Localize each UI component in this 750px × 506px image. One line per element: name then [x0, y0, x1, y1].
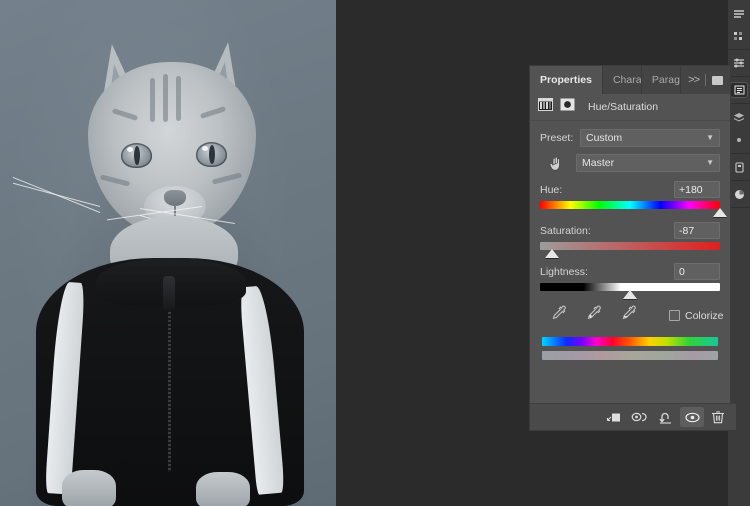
- tab-properties-label: Properties: [540, 74, 592, 86]
- cat-subject: [0, 0, 336, 506]
- adjustments-panel-icon[interactable]: [731, 56, 747, 70]
- cat-eye-glint: [202, 146, 208, 151]
- toggle-layer-visibility-button[interactable]: [680, 407, 704, 427]
- hue-slider-block: Hue: +180: [540, 181, 727, 217]
- panel-body: Preset: Custom ▼ Master ▼ Hue: +180 Satu…: [530, 121, 730, 360]
- delete-adjustment-layer-button[interactable]: [706, 407, 730, 427]
- panel-icon-rail[interactable]: [727, 0, 750, 506]
- lightness-value-field[interactable]: 0: [674, 263, 720, 280]
- rail-group: [728, 0, 750, 50]
- eyedropper-subtract-icon[interactable]: [620, 304, 638, 327]
- preset-row: Preset: Custom ▼: [540, 129, 720, 147]
- cat-forehead-stripe: [176, 76, 181, 121]
- photoshop-window: Properties Characte Paragrap >> Hue/Satu…: [0, 0, 750, 506]
- cat-paw-left: [62, 470, 116, 506]
- tab-properties[interactable]: Properties: [530, 66, 603, 94]
- cat-paw-right: [196, 472, 250, 506]
- adjustment-strip-icon[interactable]: [538, 98, 553, 116]
- overflow-chevrons-icon[interactable]: >>: [688, 74, 700, 86]
- cat-whisker: [12, 176, 101, 213]
- document-image[interactable]: [0, 0, 336, 506]
- preset-select[interactable]: Custom ▼: [580, 129, 720, 147]
- color-ramps: [542, 337, 718, 360]
- hue-label: Hue:: [540, 183, 563, 196]
- cat-forehead-stripe: [150, 78, 155, 122]
- layer-mask-circle-icon[interactable]: [560, 98, 575, 116]
- cat-eye-left: [121, 143, 152, 168]
- info-panel-icon[interactable]: [731, 187, 747, 201]
- rail-group: [728, 154, 750, 181]
- cat-eye-right: [196, 142, 227, 167]
- input-spectrum-ramp: [542, 351, 718, 360]
- history-panel-icon[interactable]: [731, 160, 747, 174]
- cat-nose: [164, 190, 186, 206]
- saturation-row: Saturation: -87: [540, 222, 720, 239]
- clip-to-layer-button[interactable]: [602, 407, 626, 427]
- hue-row: Hue: +180: [540, 181, 720, 198]
- tab-character[interactable]: Characte: [603, 66, 642, 94]
- jacket-zipper-pull: [163, 276, 175, 310]
- swatches-panel-icon[interactable]: [731, 29, 747, 43]
- view-previous-state-button[interactable]: [628, 407, 652, 427]
- lightness-slider-track[interactable]: [540, 283, 720, 299]
- panel-tab-bar[interactable]: Properties Characte Paragrap >>: [530, 66, 730, 94]
- saturation-slider-track[interactable]: [540, 242, 720, 258]
- tab-paragraph-label: Paragrap: [651, 74, 680, 86]
- lightness-slider-block: Lightness: 0: [540, 263, 720, 299]
- saturation-value: -87: [679, 224, 695, 237]
- eyedropper-add-icon[interactable]: [585, 304, 603, 327]
- lightness-value: 0: [679, 265, 685, 278]
- properties-panel[interactable]: Properties Characte Paragrap >> Hue/Satu…: [530, 66, 736, 430]
- hue-slider-handle[interactable]: [713, 208, 727, 217]
- saturation-slider-handle[interactable]: [544, 249, 559, 258]
- cat-pupil: [134, 146, 140, 165]
- tab-character-label: Characte: [612, 74, 642, 86]
- colorize-option[interactable]: Colorize: [669, 310, 724, 322]
- preset-value: Custom: [586, 132, 623, 144]
- tab-paragraph[interactable]: Paragrap: [642, 66, 682, 94]
- eyedropper-row: Colorize: [550, 304, 724, 327]
- channel-value: Master: [582, 157, 615, 169]
- channel-select[interactable]: Master ▼: [576, 154, 720, 172]
- properties-panel-icon[interactable]: [730, 82, 748, 98]
- chevron-down-icon: ▼: [706, 158, 714, 167]
- lightness-label: Lightness:: [540, 265, 588, 278]
- rail-group: [728, 50, 750, 77]
- output-spectrum-ramp: [542, 337, 718, 346]
- color-panel-icon[interactable]: [731, 6, 747, 20]
- rail-group: [728, 77, 750, 104]
- hue-value: +180: [679, 183, 703, 196]
- tab-bar-controls: >>: [681, 66, 730, 94]
- chevron-down-icon: ▼: [706, 133, 714, 142]
- hue-slider-track[interactable]: [540, 201, 727, 217]
- rail-group: [728, 181, 750, 208]
- on-image-adjust-hand-icon[interactable]: [540, 154, 570, 172]
- preset-label: Preset:: [540, 132, 574, 144]
- cat-pupil: [209, 145, 215, 164]
- colorize-checkbox[interactable]: [669, 310, 680, 321]
- lightness-row: Lightness: 0: [540, 263, 720, 280]
- panel-footer[interactable]: [530, 403, 736, 430]
- cat-eye-glint: [127, 147, 133, 152]
- rail-group: [728, 104, 750, 154]
- channels-panel-icon[interactable]: [731, 133, 747, 147]
- reset-adjustment-button[interactable]: [654, 407, 678, 427]
- adjustment-header: Hue/Saturation: [530, 94, 730, 121]
- hue-value-field[interactable]: +180: [674, 181, 720, 198]
- colorize-label: Colorize: [685, 309, 724, 322]
- layers-panel-icon[interactable]: [731, 110, 747, 124]
- saturation-label: Saturation:: [540, 224, 591, 237]
- channel-row: Master ▼: [540, 154, 720, 172]
- saturation-value-field[interactable]: -87: [674, 222, 720, 239]
- lightness-slider-handle[interactable]: [623, 290, 637, 299]
- saturation-slider-block: Saturation: -87: [540, 222, 720, 258]
- divider: [705, 74, 706, 86]
- adjustment-title: Hue/Saturation: [588, 101, 659, 113]
- panel-menu-icon[interactable]: [712, 75, 723, 85]
- eyedropper-sample-icon[interactable]: [550, 304, 568, 327]
- cat-forehead-stripe: [163, 74, 168, 122]
